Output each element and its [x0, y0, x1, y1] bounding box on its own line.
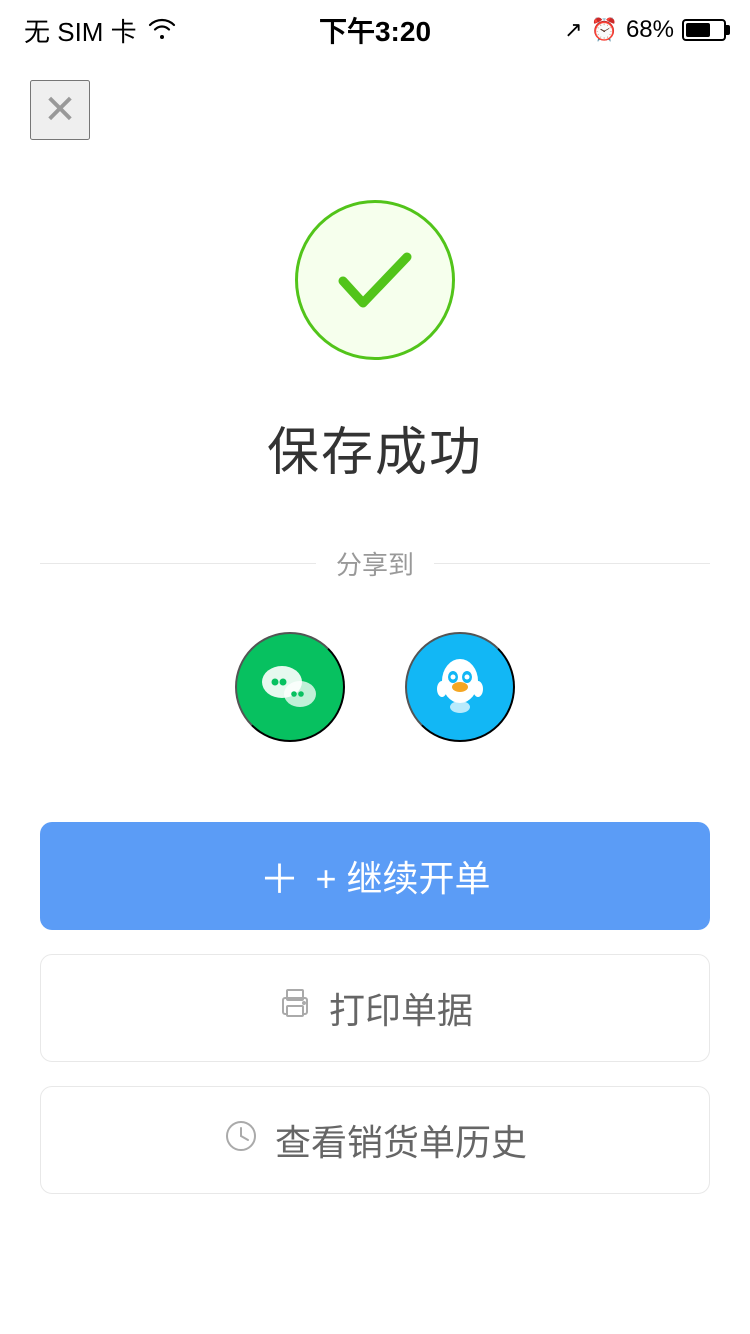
status-right: ↗ ⏰ 68%	[564, 16, 726, 44]
action-buttons-group: ＋ + 继续开单 打印单据	[40, 822, 710, 1194]
history-label: 查看销货单历史	[275, 1114, 527, 1166]
wechat-icon	[258, 660, 322, 714]
share-icons-group	[235, 632, 515, 742]
print-label: 打印单据	[329, 982, 473, 1034]
print-icon	[277, 986, 313, 1031]
qq-share-button[interactable]	[405, 632, 515, 742]
carrier-text: 无 SIM 卡	[24, 12, 137, 49]
wechat-share-button[interactable]	[235, 632, 345, 742]
close-button[interactable]: ✕	[30, 80, 90, 140]
status-bar: 无 SIM 卡 下午3:20 ↗ ⏰ 68%	[0, 0, 750, 60]
close-icon: ✕	[43, 90, 77, 130]
clock-icon	[223, 1118, 259, 1163]
checkmark-icon	[335, 249, 415, 311]
print-button[interactable]: 打印单据	[40, 954, 710, 1062]
plus-icon: ＋	[259, 847, 299, 905]
battery-pct: 68%	[626, 16, 674, 44]
continue-button[interactable]: ＋ + 继续开单	[40, 822, 710, 930]
status-time: 下午3:20	[319, 10, 431, 50]
continue-label: + 继续开单	[315, 850, 490, 902]
location-icon: ↗	[564, 17, 582, 43]
success-icon-circle	[295, 200, 455, 360]
success-title: 保存成功	[267, 410, 483, 485]
share-divider: 分享到	[40, 545, 710, 582]
wifi-icon	[147, 15, 177, 46]
alarm-icon: ⏰	[591, 17, 618, 43]
battery-icon	[682, 19, 726, 41]
divider-line-right	[434, 563, 710, 564]
main-content: ✕ 保存成功 分享到	[0, 60, 750, 1334]
divider-line-left	[40, 563, 316, 564]
status-left: 无 SIM 卡	[24, 12, 177, 49]
qq-icon	[430, 655, 490, 719]
share-label: 分享到	[336, 545, 414, 582]
history-button[interactable]: 查看销货单历史	[40, 1086, 710, 1194]
